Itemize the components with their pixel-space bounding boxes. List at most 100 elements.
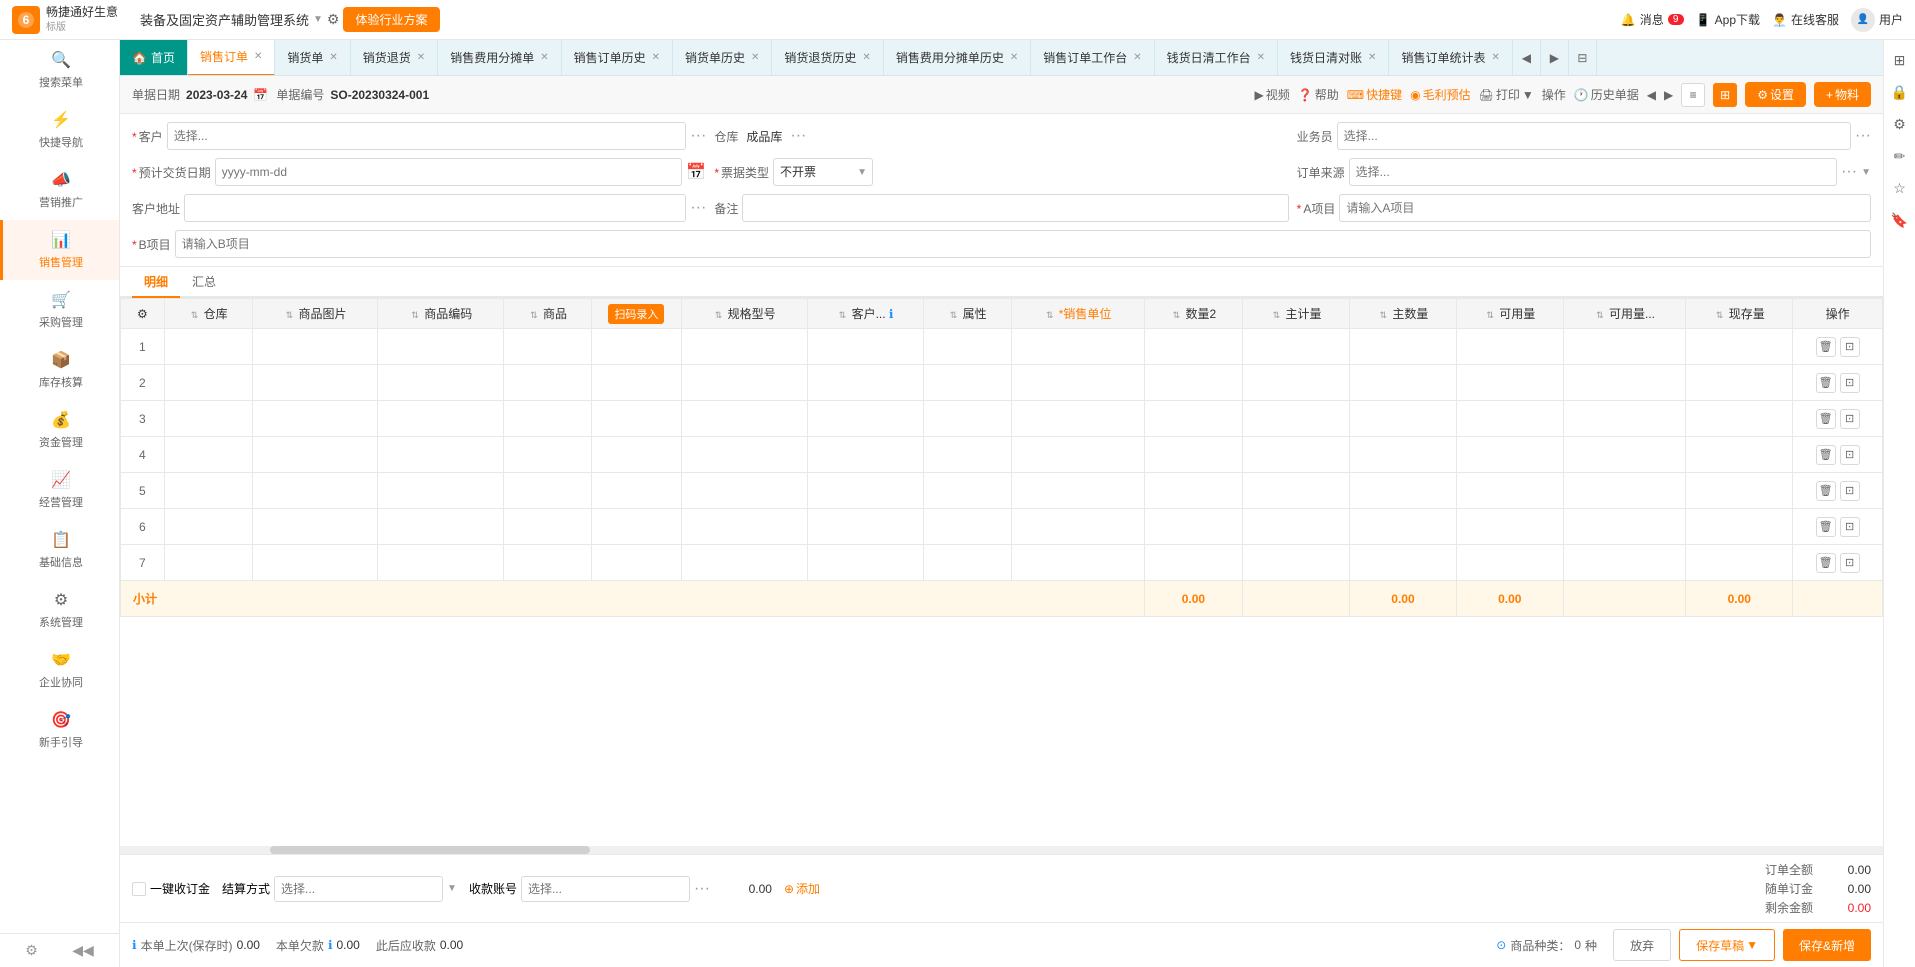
row-stock-1[interactable] — [1686, 329, 1793, 365]
row-product-code-6[interactable] — [378, 509, 504, 545]
right-panel-icon-5[interactable]: ☆ — [1888, 176, 1912, 200]
sidebar-item-enterprise[interactable]: 🤝 企业协同 — [0, 640, 119, 700]
tab-daily-clear[interactable]: 钱货日清工作台 ✕ — [1155, 40, 1278, 76]
right-panel-icon-3[interactable]: ⚙ — [1888, 112, 1912, 136]
row-available2-3[interactable] — [1563, 401, 1686, 437]
row-product-img-6[interactable] — [252, 509, 378, 545]
row-main-measure-5[interactable] — [1243, 473, 1350, 509]
tab-sales-return[interactable]: 销货退货 ✕ — [351, 40, 438, 76]
row-available-3[interactable] — [1456, 401, 1563, 437]
save-draft-btn[interactable]: 保存草稿 ▼ — [1679, 929, 1775, 961]
next-record-icon[interactable]: ▶ — [1664, 88, 1673, 102]
row-sales-unit-1[interactable] — [1011, 329, 1144, 365]
row-available2-6[interactable] — [1563, 509, 1686, 545]
row-product-6[interactable] — [504, 509, 592, 545]
row-main-measure-4[interactable] — [1243, 437, 1350, 473]
row-main-qty-5[interactable] — [1350, 473, 1457, 509]
row-attr-1[interactable] — [923, 329, 1011, 365]
row-scan-3[interactable] — [592, 401, 682, 437]
row-main-measure-7[interactable] — [1243, 545, 1350, 581]
tab-return-history[interactable]: 销货退货历史 ✕ — [772, 40, 883, 76]
bank-account-input[interactable] — [521, 876, 690, 902]
sidebar-item-quick-nav[interactable]: ⚡ 快捷导航 — [0, 100, 119, 160]
row-stock-6[interactable] — [1686, 509, 1793, 545]
row-warehouse-1[interactable] — [164, 329, 252, 365]
row-main-qty-1[interactable] — [1350, 329, 1457, 365]
grid-view-btn[interactable]: ≡ — [1681, 83, 1705, 107]
history-btn[interactable]: 🕐 历史单据 — [1574, 86, 1639, 103]
scan-btn[interactable]: 扫码录入 — [608, 304, 664, 324]
profit-btn[interactable]: ◉ 毛利预估 — [1410, 86, 1471, 103]
table-container[interactable]: ⚙ ⇅ 仓库 ⇅ 商品图片 ⇅ — [120, 298, 1883, 846]
row-scan-2[interactable] — [592, 365, 682, 401]
right-panel-icon-6[interactable]: 🔖 — [1888, 208, 1912, 232]
tab-workbench[interactable]: 销售订单工作台 ✕ — [1031, 40, 1154, 76]
notification-btn[interactable]: 🔔 消息 9 — [1621, 11, 1684, 28]
tab-close-statistics[interactable]: ✕ — [1491, 52, 1499, 63]
row-product-3[interactable] — [504, 401, 592, 437]
customer-dots-icon[interactable]: ··· — [690, 127, 706, 145]
tab-reconcile[interactable]: 钱货日清对账 ✕ — [1278, 40, 1389, 76]
row-available-5[interactable] — [1456, 473, 1563, 509]
row-warehouse-2[interactable] — [164, 365, 252, 401]
remark-input[interactable] — [742, 194, 1288, 222]
row-product-code-2[interactable] — [378, 365, 504, 401]
row-available2-4[interactable] — [1563, 437, 1686, 473]
delivery-date-input[interactable] — [215, 158, 683, 186]
row-customer-code-7[interactable] — [807, 545, 923, 581]
help-btn[interactable]: ❓ 帮助 — [1298, 86, 1339, 103]
last-save-info-icon[interactable]: ℹ — [132, 938, 137, 952]
tab-close-sales-order-history[interactable]: ✕ — [652, 52, 660, 63]
tab-next[interactable]: ▶ — [1541, 40, 1569, 76]
sort-icon[interactable]: ⇅ — [530, 310, 538, 320]
right-panel-icon-1[interactable]: ⊞ — [1888, 48, 1912, 72]
row-sales-unit-2[interactable] — [1011, 365, 1144, 401]
tab-summary[interactable]: 汇总 — [180, 267, 228, 298]
scroll-track[interactable] — [120, 846, 1883, 854]
row-product-img-5[interactable] — [252, 473, 378, 509]
row-available-1[interactable] — [1456, 329, 1563, 365]
row-copy-btn-3[interactable]: ⊡ — [1840, 409, 1860, 429]
row-main-qty-6[interactable] — [1350, 509, 1457, 545]
customer-input[interactable] — [167, 122, 687, 150]
payment-method-input[interactable] — [274, 876, 443, 902]
tab-close-sales-order[interactable]: ✕ — [254, 51, 262, 62]
order-source-dots-icon[interactable]: ··· — [1841, 163, 1857, 181]
tab-sales-expense[interactable]: 销售费用分摊单 ✕ — [438, 40, 561, 76]
row-copy-btn-5[interactable]: ⊡ — [1840, 481, 1860, 501]
tab-statistics[interactable]: 销售订单统计表 ✕ — [1389, 40, 1512, 76]
app-download-btn[interactable]: 📱 App下载 — [1696, 11, 1760, 28]
settings-icon[interactable]: ⚙ — [327, 11, 340, 28]
tab-close-expense-history[interactable]: ✕ — [1010, 52, 1018, 63]
row-scan-1[interactable] — [592, 329, 682, 365]
right-panel-icon-4[interactable]: ✏ — [1888, 144, 1912, 168]
row-product-code-5[interactable] — [378, 473, 504, 509]
address-input[interactable] — [184, 194, 686, 222]
sort-icon[interactable]: ⇅ — [1379, 310, 1387, 320]
row-scan-7[interactable] — [592, 545, 682, 581]
tab-close-sales-goods[interactable]: ✕ — [329, 52, 337, 63]
row-stock-4[interactable] — [1686, 437, 1793, 473]
row-available-6[interactable] — [1456, 509, 1563, 545]
row-product-img-4[interactable] — [252, 437, 378, 473]
sidebar-item-marketing[interactable]: 📣 营销推广 — [0, 160, 119, 220]
address-dots-icon[interactable]: ··· — [690, 199, 706, 217]
row-spec-2[interactable] — [681, 365, 807, 401]
th-settings[interactable]: ⚙ — [121, 299, 165, 329]
row-attr-3[interactable] — [923, 401, 1011, 437]
tab-sales-order-history[interactable]: 销售订单历史 ✕ — [562, 40, 673, 76]
row-main-qty-4[interactable] — [1350, 437, 1457, 473]
row-qty2-4[interactable] — [1144, 437, 1242, 473]
row-product-code-1[interactable] — [378, 329, 504, 365]
sort-icon[interactable]: ⇅ — [950, 310, 958, 320]
row-scan-5[interactable] — [592, 473, 682, 509]
tab-expand[interactable]: ⊟ — [1569, 40, 1597, 76]
row-product-1[interactable] — [504, 329, 592, 365]
row-delete-btn-5[interactable]: 🗑 — [1816, 481, 1836, 501]
sort-icon[interactable]: ⇅ — [1716, 310, 1724, 320]
row-main-qty-2[interactable] — [1350, 365, 1457, 401]
user-menu[interactable]: 👤 用户 — [1851, 8, 1903, 32]
tab-prev[interactable]: ◀ — [1513, 40, 1541, 76]
sidebar-item-operations[interactable]: 📈 经营管理 — [0, 460, 119, 520]
tab-close-workbench[interactable]: ✕ — [1133, 52, 1141, 63]
